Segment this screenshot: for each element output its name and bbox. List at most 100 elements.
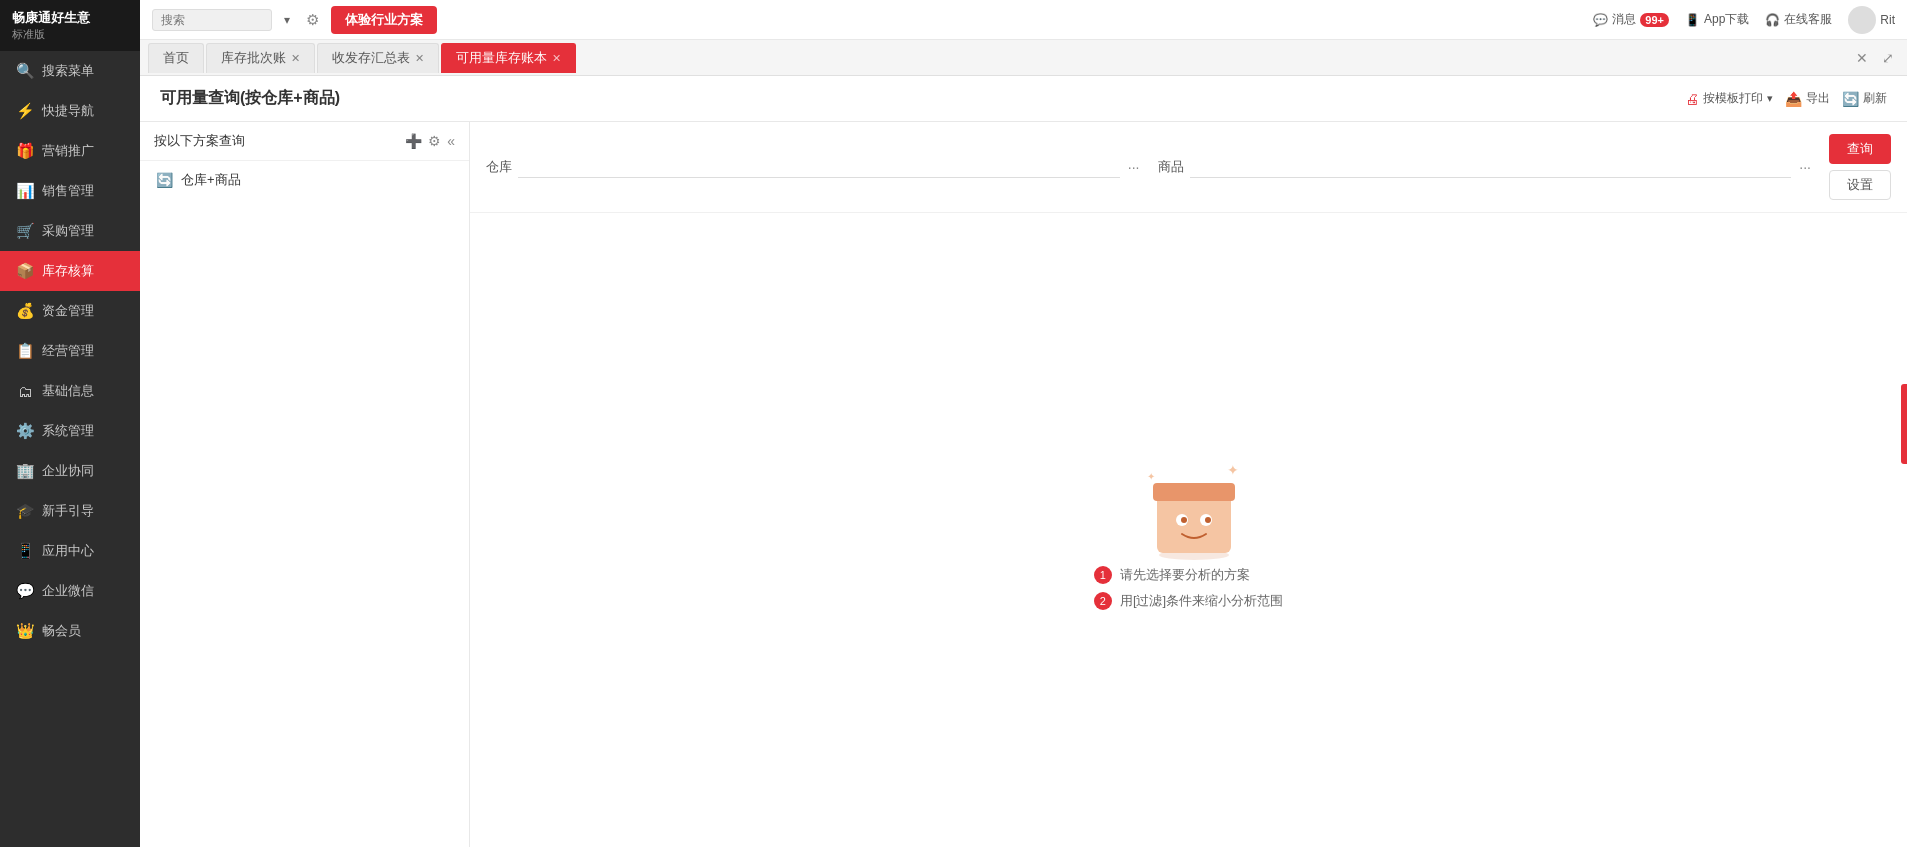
- page-title: 可用量查询(按仓库+商品): [160, 88, 340, 109]
- search-input[interactable]: [152, 9, 272, 31]
- collapse-panel-button[interactable]: «: [447, 133, 455, 149]
- tab-available-ledger[interactable]: 可用量库存账本 ✕: [441, 43, 576, 73]
- right-panel: 仓库 ··· 商品 ··· 查询 设置: [470, 122, 1907, 847]
- topbar-right-area: 💬 消息 99+ 📱 App下载 🎧 在线客服 Rit: [1593, 6, 1895, 34]
- tip-text-2: 用[过滤]条件来缩小分析范围: [1120, 592, 1283, 610]
- tab-home-label: 首页: [163, 49, 189, 67]
- tab-batch-ledger-label: 库存批次账: [221, 49, 286, 67]
- export-button[interactable]: 📤 导出: [1785, 90, 1830, 107]
- export-label: 导出: [1806, 90, 1830, 107]
- sidebar-item-apps[interactable]: 📱 应用中心: [0, 531, 140, 571]
- user-name: Rit: [1880, 13, 1895, 27]
- trial-industry-button[interactable]: 体验行业方案: [331, 6, 437, 34]
- sidebar-item-label: 新手引导: [42, 502, 94, 520]
- app-name: 畅康通好生意: [12, 10, 128, 27]
- sidebar-item-label: 畅会员: [42, 622, 81, 640]
- user-avatar-area[interactable]: Rit: [1848, 6, 1895, 34]
- sidebar-item-inventory[interactable]: 📦 库存核算: [0, 251, 140, 291]
- tip-number-2: 2: [1094, 592, 1112, 610]
- column-settings-button[interactable]: 设置: [1829, 170, 1891, 200]
- warehouse-filter-label: 仓库: [486, 158, 512, 176]
- app-download-label: App下载: [1704, 11, 1749, 28]
- sidebar-item-label: 基础信息: [42, 382, 94, 400]
- filter-action-buttons: 查询 设置: [1829, 134, 1891, 200]
- message-icon: 💬: [1593, 13, 1608, 27]
- sidebar-item-label: 系统管理: [42, 422, 94, 440]
- empty-illustration-svg: ✦ ✦: [1139, 450, 1249, 560]
- scheme-header-label: 按以下方案查询: [154, 132, 245, 150]
- svg-rect-1: [1157, 495, 1231, 553]
- topbar-search-area: [152, 9, 272, 31]
- sidebar-menu: 🔍 搜索菜单 ⚡ 快捷导航 🎁 营销推广 📊 销售管理 🛒 采购管理 📦 库存核…: [0, 51, 140, 847]
- gear-icon: ⚙️: [16, 422, 34, 440]
- warehouse-filter-input[interactable]: [518, 156, 1120, 178]
- tab-close-button[interactable]: ✕: [1851, 48, 1873, 68]
- print-template-button[interactable]: 🖨 按模板打印 ▾: [1685, 90, 1773, 107]
- tab-available-ledger-label: 可用量库存账本: [456, 49, 547, 67]
- sidebar-item-sales[interactable]: 📊 销售管理: [0, 171, 140, 211]
- empty-illustration: ✦ ✦: [1139, 450, 1239, 550]
- sidebar-item-finance[interactable]: 💰 资金管理: [0, 291, 140, 331]
- tab-home[interactable]: 首页: [148, 43, 204, 73]
- sidebar-item-label: 销售管理: [42, 182, 94, 200]
- tabs-window-controls: ✕ ⤢: [1851, 48, 1899, 68]
- money-icon: 💰: [16, 302, 34, 320]
- goods-filter-label: 商品: [1158, 158, 1184, 176]
- mobile-icon: 📱: [16, 542, 34, 560]
- sidebar-item-label: 采购管理: [42, 222, 94, 240]
- tab-expand-button[interactable]: ⤢: [1877, 48, 1899, 68]
- sidebar-item-shortcuts[interactable]: ⚡ 快捷导航: [0, 91, 140, 131]
- sidebar-item-guide[interactable]: 🎓 新手引导: [0, 491, 140, 531]
- sidebar-item-marketing[interactable]: 🎁 营销推广: [0, 131, 140, 171]
- chat-icon: 💬: [16, 582, 34, 600]
- sidebar-item-system[interactable]: ⚙️ 系统管理: [0, 411, 140, 451]
- gift-icon: 🎁: [16, 142, 34, 160]
- content-area: 按以下方案查询 ➕ ⚙ « 🔄 仓库+商品 仓库 ···: [140, 122, 1907, 847]
- topbar: ▾ ⚙ 体验行业方案 💬 消息 99+ 📱 App下载 🎧 在线客服 Rit: [140, 0, 1907, 40]
- tab-batch-ledger-close[interactable]: ✕: [291, 52, 300, 65]
- tab-available-ledger-close[interactable]: ✕: [552, 52, 561, 65]
- refresh-label: 刷新: [1863, 90, 1887, 107]
- sidebar-item-operations[interactable]: 📋 经营管理: [0, 331, 140, 371]
- sidebar-item-enterprise[interactable]: 🏢 企业协同: [0, 451, 140, 491]
- empty-tip-2: 2 用[过滤]条件来缩小分析范围: [1094, 592, 1283, 610]
- message-badge: 99+: [1640, 13, 1669, 27]
- search-icon: 🔍: [16, 62, 34, 80]
- add-scheme-button[interactable]: ➕: [405, 133, 422, 149]
- app-download-button[interactable]: 📱 App下载: [1685, 11, 1749, 28]
- left-panel-header-actions: ➕ ⚙ «: [405, 133, 455, 149]
- export-icon: 📤: [1785, 91, 1802, 107]
- tab-receipts-summary[interactable]: 收发存汇总表 ✕: [317, 43, 439, 73]
- svg-point-5: [1181, 517, 1187, 523]
- query-button[interactable]: 查询: [1829, 134, 1891, 164]
- warehouse-filter-more[interactable]: ···: [1126, 157, 1142, 177]
- search-dropdown-button[interactable]: ▾: [280, 11, 294, 29]
- print-label: 按模板打印: [1703, 90, 1763, 107]
- refresh-button[interactable]: 🔄 刷新: [1842, 90, 1887, 107]
- settings-scheme-button[interactable]: ⚙: [428, 133, 441, 149]
- sidebar-item-wechat[interactable]: 💬 企业微信: [0, 571, 140, 611]
- message-button[interactable]: 💬 消息 99+: [1593, 11, 1669, 28]
- online-service-button[interactable]: 🎧 在线客服: [1765, 11, 1832, 28]
- sidebar-item-member[interactable]: 👑 畅会员: [0, 611, 140, 651]
- goods-filter-more[interactable]: ···: [1797, 157, 1813, 177]
- page-header: 可用量查询(按仓库+商品) 🖨 按模板打印 ▾ 📤 导出 🔄 刷新: [140, 76, 1907, 122]
- settings-icon[interactable]: ⚙: [302, 7, 323, 33]
- empty-tips: 1 请先选择要分析的方案 2 用[过滤]条件来缩小分析范围: [1094, 566, 1283, 610]
- message-label: 消息: [1612, 11, 1636, 28]
- tip-text-1: 请先选择要分析的方案: [1120, 566, 1250, 584]
- sidebar-item-basic[interactable]: 🗂 基础信息: [0, 371, 140, 411]
- tab-batch-ledger[interactable]: 库存批次账 ✕: [206, 43, 315, 73]
- tab-receipts-summary-close[interactable]: ✕: [415, 52, 424, 65]
- goods-filter-input[interactable]: [1190, 156, 1792, 178]
- main-content: ▾ ⚙ 体验行业方案 💬 消息 99+ 📱 App下载 🎧 在线客服 Rit: [140, 0, 1907, 847]
- tabs-bar: 首页 库存批次账 ✕ 收发存汇总表 ✕ 可用量库存账本 ✕ ✕ ⤢: [140, 40, 1907, 76]
- sidebar-item-purchase[interactable]: 🛒 采购管理: [0, 211, 140, 251]
- graduate-icon: 🎓: [16, 502, 34, 520]
- scheme-item-warehouse-goods[interactable]: 🔄 仓库+商品: [140, 161, 469, 199]
- building-icon: 🏢: [16, 462, 34, 480]
- filter-row: 仓库 ··· 商品 ··· 查询 设置: [470, 122, 1907, 213]
- sidebar-item-search[interactable]: 🔍 搜索菜单: [0, 51, 140, 91]
- empty-tip-1: 1 请先选择要分析的方案: [1094, 566, 1283, 584]
- warehouse-filter-group: 仓库 ···: [486, 156, 1142, 178]
